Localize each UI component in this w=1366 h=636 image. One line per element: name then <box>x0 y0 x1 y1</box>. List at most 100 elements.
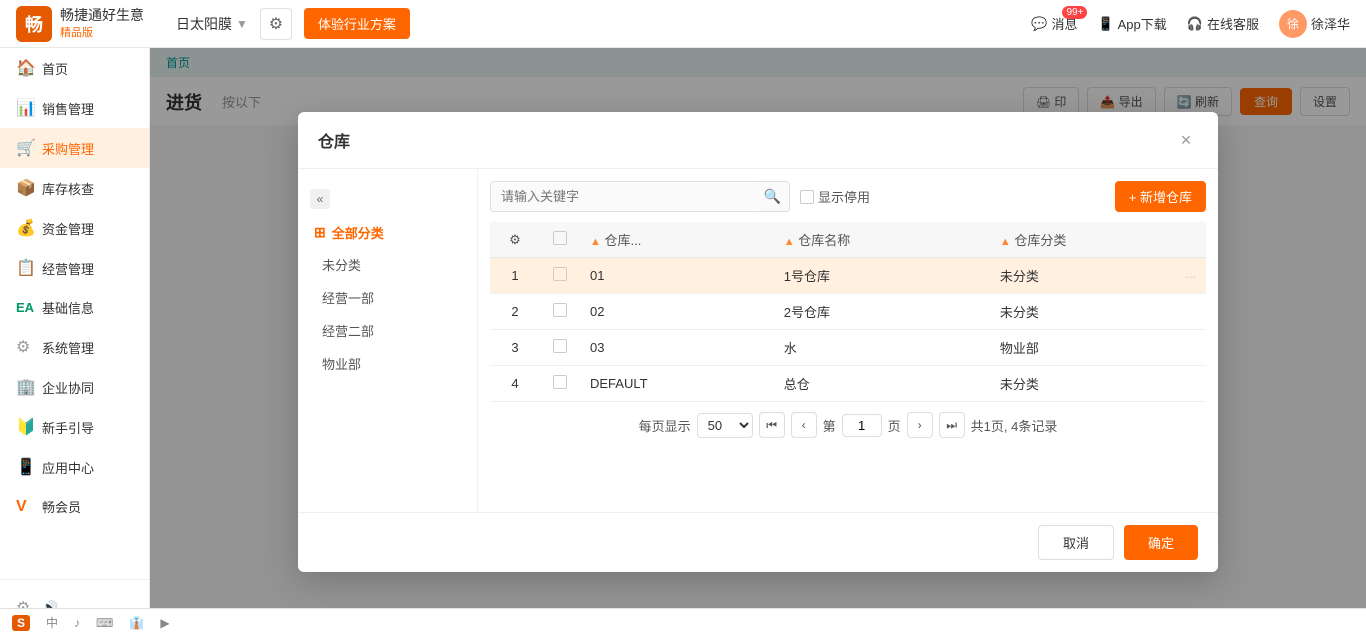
th-check <box>540 222 580 258</box>
industry-btn[interactable]: 体验行业方案 <box>304 8 410 39</box>
guide-icon: 🔰 <box>16 417 34 437</box>
status-bar: S 中 ♪ ⌨ 👔 ▶ <box>0 608 1366 636</box>
status-item-3: ⌨ <box>96 616 113 630</box>
sidebar-label-inventory: 库存核查 <box>42 179 94 198</box>
add-warehouse-btn[interactable]: + 新增仓库 <box>1115 181 1206 212</box>
apps-icon: 📱 <box>16 457 34 477</box>
sidebar-label-enterprise: 企业协同 <box>42 378 94 397</box>
confirm-button[interactable]: 确定 <box>1124 525 1198 560</box>
sidebar-item-inventory[interactable]: 📦 库存核查 <box>0 168 149 208</box>
status-item-4: 👔 <box>129 616 144 630</box>
app-label: App下载 <box>1118 14 1167 33</box>
sidebar-label-apps: 应用中心 <box>42 458 94 477</box>
service-item[interactable]: 🎧 在线客服 <box>1187 14 1259 33</box>
table-row[interactable]: 4 DEFAULT 总仓 未分类 <box>490 366 1206 402</box>
sort-asc-icon: ▲ <box>590 236 601 248</box>
home-icon: 🏠 <box>16 58 34 78</box>
ops-icon: 📋 <box>16 258 34 278</box>
header-checkbox[interactable] <box>553 231 567 245</box>
row-name: 总仓 <box>774 366 990 402</box>
th-gear: ⚙ <box>490 222 540 258</box>
row-check[interactable] <box>540 366 580 402</box>
row-check[interactable] <box>540 330 580 366</box>
sidebar-item-apps[interactable]: 📱 应用中心 <box>0 447 149 487</box>
modal-footer: 取消 确定 <box>298 512 1218 572</box>
category-item-3[interactable]: 物业部 <box>298 347 477 380</box>
gear-icon: ⚙ <box>509 232 521 247</box>
category-item-0[interactable]: 未分类 <box>298 248 477 281</box>
table-row[interactable]: 3 03 水 物业部 <box>490 330 1206 366</box>
modal-close-button[interactable]: × <box>1174 128 1198 152</box>
system-icon: ⚙ <box>16 337 34 357</box>
sidebar-item-guide[interactable]: 🔰 新手引导 <box>0 407 149 447</box>
mobile-icon: 📱 <box>1097 16 1113 32</box>
sidebar-label-vip: 畅会员 <box>42 497 81 516</box>
row-name: 2号仓库 <box>774 294 990 330</box>
per-page-select[interactable]: 50 10 20 100 <box>697 413 753 438</box>
search-icon[interactable]: 🔍 <box>756 182 789 211</box>
category-all-item[interactable]: ⊞ 全部分类 <box>298 217 477 248</box>
top-nav: 畅 畅捷通好生意 精品版 日太阳膜 ▼ ⚙ 体验行业方案 💬 消息 99+ 📱 … <box>0 0 1366 48</box>
page-label: 第 <box>823 416 836 435</box>
show-disabled-toggle[interactable]: 显示停用 <box>800 187 870 206</box>
show-disabled-label: 显示停用 <box>818 187 870 206</box>
sidebar-item-enterprise[interactable]: 🏢 企业协同 <box>0 367 149 407</box>
avatar: 徐 <box>1279 10 1307 38</box>
page-input[interactable] <box>842 414 882 437</box>
gear-icon: ⚙ <box>269 14 283 34</box>
top-nav-right: 💬 消息 99+ 📱 App下载 🎧 在线客服 徐 徐泽华 <box>1031 10 1350 38</box>
chevron-down-icon: ▼ <box>236 17 248 31</box>
row-category: 物业部 <box>990 330 1206 366</box>
sidebar-item-finance[interactable]: 💰 资金管理 <box>0 208 149 248</box>
sidebar-label-home: 首页 <box>42 59 68 78</box>
headset-icon: 🎧 <box>1187 16 1203 32</box>
row-code: 01 <box>580 258 774 294</box>
row-check[interactable] <box>540 258 580 294</box>
modal-pagination: 每页显示 50 10 20 100 ⏮ ‹ 第 页 <box>490 412 1206 438</box>
user-item[interactable]: 徐 徐泽华 <box>1279 10 1350 38</box>
row-category: 未分类 <box>990 366 1206 402</box>
sidebar-item-system[interactable]: ⚙ 系统管理 <box>0 327 149 367</box>
row-check[interactable] <box>540 294 580 330</box>
sales-icon: 📊 <box>16 98 34 118</box>
sidebar-item-basic[interactable]: EA 基础信息 <box>0 288 149 327</box>
purchase-icon: 🛒 <box>16 138 34 158</box>
status-item-1: 中 <box>46 614 58 631</box>
page-total: 共1页, 4条记录 <box>971 416 1058 435</box>
last-page-btn[interactable]: ⏭ <box>939 412 965 438</box>
modal-title: 仓库 <box>318 128 350 152</box>
sidebar-item-home[interactable]: 🏠 首页 <box>0 48 149 88</box>
row-num: 3 <box>490 330 540 366</box>
category-item-1[interactable]: 经营一部 <box>298 281 477 314</box>
next-page-btn[interactable]: › <box>907 412 933 438</box>
page-label-2: 页 <box>888 416 901 435</box>
modal-toolbar: 🔍 显示停用 + 新增仓库 <box>490 181 1206 212</box>
sidebar-item-vip[interactable]: V 畅会员 <box>0 487 149 526</box>
main-content: 首页 进货 按以下 🖨 印 📤 导出 🔄 刷新 查询 设置 仓库 × <box>150 48 1366 636</box>
message-icon: 💬 <box>1031 16 1047 32</box>
search-box: 🔍 <box>490 181 790 212</box>
category-item-2[interactable]: 经营二部 <box>298 314 477 347</box>
sidebar-item-operations[interactable]: 📋 经营管理 <box>0 248 149 288</box>
sidebar-item-sales[interactable]: 📊 销售管理 <box>0 88 149 128</box>
prev-page-btn[interactable]: ‹ <box>791 412 817 438</box>
settings-button[interactable]: ⚙ <box>260 8 292 40</box>
table-row[interactable]: 1 01 1号仓库 未分类... <box>490 258 1206 294</box>
status-item-2: ♪ <box>74 616 80 630</box>
app-download-item[interactable]: 📱 App下载 <box>1097 14 1166 33</box>
table-row[interactable]: 2 02 2号仓库 未分类 <box>490 294 1206 330</box>
first-page-btn[interactable]: ⏮ <box>759 412 785 438</box>
store-selector[interactable]: 日太阳膜 ▼ <box>176 14 248 34</box>
brand-name: 畅捷通好生意 <box>60 7 144 24</box>
show-disabled-checkbox[interactable] <box>800 190 814 204</box>
status-logo: S <box>12 615 30 631</box>
message-item[interactable]: 💬 消息 99+ <box>1031 14 1077 33</box>
row-category: 未分类 <box>990 294 1206 330</box>
search-input[interactable] <box>491 183 756 210</box>
status-item-5: ▶ <box>160 616 169 630</box>
sidebar-item-purchase[interactable]: 🛒 采购管理 <box>0 128 149 168</box>
collapse-category-btn[interactable]: « <box>310 189 330 209</box>
brand-sub: 精品版 <box>60 24 144 40</box>
cancel-button[interactable]: 取消 <box>1038 525 1114 560</box>
brand-logo: 畅 <box>16 6 52 42</box>
